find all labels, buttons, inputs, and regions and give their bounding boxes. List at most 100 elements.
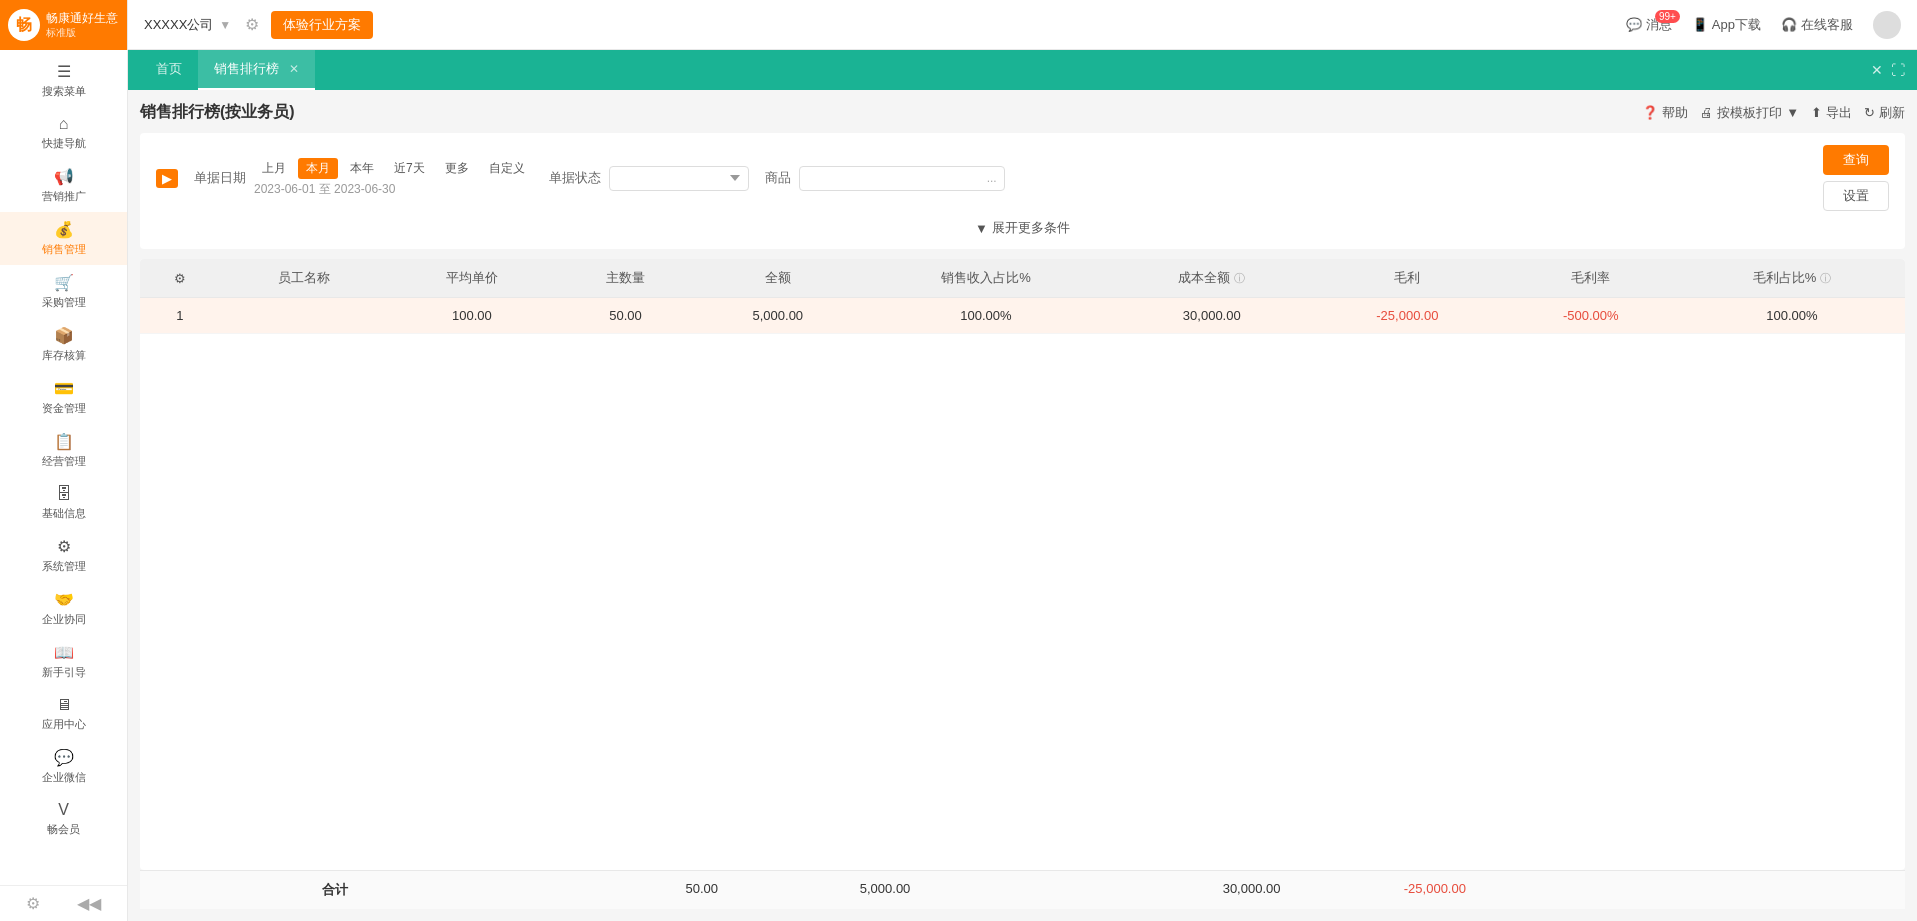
sidebar-label-1: 快捷导航	[42, 136, 86, 151]
sidebar-item-7[interactable]: 📋经营管理	[0, 424, 127, 477]
gross-pct-info-icon: ⓘ	[1820, 272, 1831, 284]
settings-icon[interactable]: ⚙	[26, 894, 40, 913]
app-label: App下载	[1712, 16, 1761, 34]
filter-toggle[interactable]: ▶	[156, 169, 178, 188]
maximize-window-icon[interactable]: ⛶	[1891, 62, 1905, 78]
cell-rank: 1	[140, 298, 220, 334]
sidebar: 畅 畅康通好生意 标准版 ☰搜索菜单 ⌂ 快捷导航 📢营销推广💰销售管理 🛒 采购管理 📦库…	[0, 0, 128, 921]
print-label: 按模板打印	[1717, 104, 1782, 122]
footer-qty: 50.00	[610, 881, 793, 899]
sidebar-icon-4: 🛒	[54, 273, 74, 292]
cell-amount: 5,000.00	[695, 298, 860, 334]
sidebar-item-1[interactable]: ⌂ 快捷导航	[0, 107, 127, 159]
sidebar-icon-7: 📋	[54, 432, 74, 451]
goods-filter: 商品 ...	[765, 166, 1005, 191]
topbar-gear-icon[interactable]: ⚙	[245, 15, 259, 34]
footer-gross: -25,000.00	[1343, 881, 1526, 899]
date-tab-this-month[interactable]: 本月	[298, 158, 338, 179]
status-filter: 单据状态	[549, 166, 749, 191]
date-tab-custom[interactable]: 自定义	[481, 158, 533, 179]
sidebar-icon-11: 📖	[54, 643, 74, 662]
user-avatar[interactable]	[1873, 11, 1901, 39]
print-btn[interactable]: 🖨 按模板打印 ▼	[1700, 104, 1799, 122]
message-icon: 💬	[1626, 17, 1642, 32]
online-service-btn[interactable]: 🎧 在线客服	[1781, 16, 1853, 34]
sidebar-icon-1: ⌂	[59, 115, 69, 133]
tab-sales-rank[interactable]: 销售排行榜 ✕	[198, 50, 315, 90]
cell-avg-price: 100.00	[388, 298, 556, 334]
tabbar-right: ✕ ⛶	[1871, 50, 1905, 90]
cell-name	[220, 298, 388, 334]
date-tab-7days[interactable]: 近7天	[386, 158, 433, 179]
date-range: 2023-06-01 至 2023-06-30	[254, 181, 533, 198]
refresh-icon: ↻	[1864, 105, 1875, 120]
tab-home[interactable]: 首页	[140, 50, 198, 90]
sidebar-item-4[interactable]: 🛒 采购管理	[0, 265, 127, 318]
cell-gross-pct: 100.00%	[1679, 298, 1905, 334]
sidebar-icon-6: 💳	[54, 379, 74, 398]
footer-empty	[152, 881, 244, 899]
collapse-icon[interactable]: ◀◀	[77, 894, 101, 913]
sidebar-item-2[interactable]: 📢营销推广	[0, 159, 127, 212]
date-tab-last-month[interactable]: 上月	[254, 158, 294, 179]
date-label: 单据日期	[194, 169, 246, 187]
refresh-label: 刷新	[1879, 104, 1905, 122]
message-btn[interactable]: 💬 消息 99+	[1626, 16, 1672, 34]
app-download-btn[interactable]: 📱 App下载	[1692, 16, 1761, 34]
sidebar-item-11[interactable]: 📖新手引导	[0, 635, 127, 688]
company-name: XXXXX公司	[144, 16, 213, 34]
goods-input[interactable]	[799, 166, 1005, 191]
service-label: 在线客服	[1801, 16, 1853, 34]
col-name: 员工名称	[220, 259, 388, 298]
sidebar-item-6[interactable]: 💳 资金管理	[0, 371, 127, 424]
expand-button[interactable]: ▼ 展开更多条件	[975, 219, 1070, 237]
chevron-down-icon: ▼	[975, 221, 988, 236]
col-gross: 毛利	[1312, 259, 1503, 298]
sidebar-label-4: 采购管理	[42, 295, 86, 310]
page-content: 销售排行榜(按业务员) ❓ 帮助 🖨 按模板打印 ▼ ⬆ 导出 ↻ 刷新	[128, 90, 1917, 921]
refresh-btn[interactable]: ↻ 刷新	[1864, 104, 1905, 122]
sidebar-icon-3: 💰	[54, 220, 74, 239]
col-settings[interactable]: ⚙	[140, 259, 220, 298]
sidebar-item-14[interactable]: V畅会员	[0, 793, 127, 845]
sidebar-item-12[interactable]: 🖥应用中心	[0, 688, 127, 740]
goods-label: 商品	[765, 169, 791, 187]
logo-text: 畅康通好生意	[46, 11, 118, 27]
date-tab-more[interactable]: 更多	[437, 158, 477, 179]
date-tab-this-year[interactable]: 本年	[342, 158, 382, 179]
export-label: 导出	[1826, 104, 1852, 122]
sidebar-label-6: 资金管理	[42, 401, 86, 416]
sidebar-item-8[interactable]: 🗄基础信息	[0, 477, 127, 529]
sidebar-item-5[interactable]: 📦库存核算	[0, 318, 127, 371]
footer-gross-rate	[1526, 881, 1709, 899]
data-table: ⚙ 员工名称 平均单价 主数量 全额 销售收入占比% 成本全额 ⓘ 毛利 毛利率…	[140, 259, 1905, 334]
help-btn[interactable]: ❓ 帮助	[1642, 104, 1688, 122]
company-arrow-icon: ▼	[219, 18, 231, 32]
sidebar-item-3[interactable]: 💰销售管理	[0, 212, 127, 265]
close-window-icon[interactable]: ✕	[1871, 62, 1883, 78]
sidebar-item-10[interactable]: 🤝企业协同	[0, 582, 127, 635]
sidebar-item-9[interactable]: ⚙系统管理	[0, 529, 127, 582]
sidebar-icon-8: 🗄	[56, 485, 72, 503]
sidebar-item-13[interactable]: 💬企业微信	[0, 740, 127, 793]
settings-button[interactable]: 设置	[1823, 181, 1889, 211]
data-table-wrap: ⚙ 员工名称 平均单价 主数量 全额 销售收入占比% 成本全额 ⓘ 毛利 毛利率…	[140, 259, 1905, 870]
sidebar-icon-10: 🤝	[54, 590, 74, 609]
sidebar-label-13: 企业微信	[42, 770, 86, 785]
sidebar-label-12: 应用中心	[42, 717, 86, 732]
tab-sales-rank-label: 销售排行榜	[214, 60, 279, 78]
company-selector[interactable]: XXXXX公司 ▼	[144, 16, 231, 34]
trial-button[interactable]: 体验行业方案	[271, 11, 373, 39]
export-btn[interactable]: ⬆ 导出	[1811, 104, 1852, 122]
tab-home-label: 首页	[156, 60, 182, 78]
col-amount: 全额	[695, 259, 860, 298]
tab-close-icon[interactable]: ✕	[289, 62, 299, 76]
goods-more-icon: ...	[987, 171, 997, 185]
cell-gross-rate: -500.00%	[1503, 298, 1679, 334]
status-select[interactable]	[609, 166, 749, 191]
sidebar-item-0[interactable]: ☰搜索菜单	[0, 54, 127, 107]
sidebar-logo: 畅 畅康通好生意 标准版	[0, 0, 127, 50]
filter-toggle-icon: ▶	[156, 169, 178, 188]
query-button[interactable]: 查询	[1823, 145, 1889, 175]
footer-gross-pct	[1710, 881, 1893, 899]
